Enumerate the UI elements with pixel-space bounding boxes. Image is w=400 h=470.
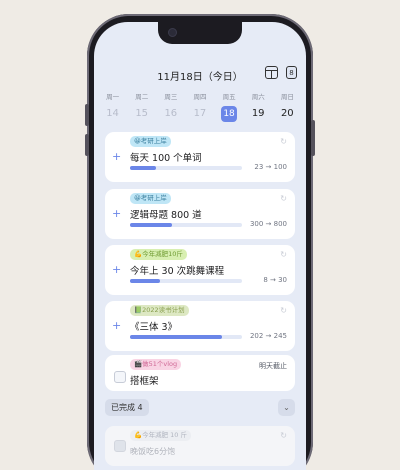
todo-title: 搭框架 xyxy=(130,376,159,387)
date-number[interactable]: 19 xyxy=(250,106,266,122)
goal-tag[interactable]: 💪今年减肥 10 斤 xyxy=(130,430,191,441)
weekday-label: 周二 xyxy=(135,93,149,101)
day-column[interactable]: 周日 20 xyxy=(273,92,302,122)
completed-title: 晚饭吃6分饱 xyxy=(130,447,176,456)
today-calendar-number: 8 xyxy=(289,69,294,77)
progress-bar xyxy=(130,279,242,283)
side-button xyxy=(85,134,89,156)
completed-count-label[interactable]: 已完成 4 xyxy=(105,399,149,416)
progress-text: 202 → 245 xyxy=(249,332,287,340)
side-button xyxy=(85,104,89,126)
goal-card[interactable]: + 💪今年减肥10斤 ↻ 今年上 30 次跳舞课程 8 → 30 xyxy=(105,245,295,295)
goal-card[interactable]: + 📗2022读书计划 ↻ 《三体 3》 202 → 245 xyxy=(105,301,295,351)
side-button xyxy=(311,120,315,156)
deadline-text: 明天截止 xyxy=(259,362,287,370)
progress-bar xyxy=(130,166,242,170)
day-column[interactable]: 周四 17 xyxy=(185,92,214,122)
plus-icon[interactable]: + xyxy=(112,264,121,275)
goal-title: 《三体 3》 xyxy=(130,322,178,333)
week-strip: 周一 14 周二 15 周三 16 周四 17 周五 18 周六 19 周日 20 xyxy=(98,92,302,122)
goal-tag[interactable]: 🎬做51个vlog xyxy=(130,359,182,370)
plus-icon[interactable]: + xyxy=(112,208,121,219)
todo-checkbox[interactable] xyxy=(114,371,126,383)
completed-card[interactable]: 💪今年减肥 10 斤 ↻ 晚饭吃6分饱 xyxy=(105,426,295,466)
progress-bar-fill xyxy=(130,223,172,227)
plus-icon[interactable]: + xyxy=(112,320,121,331)
repeat-icon: ↻ xyxy=(280,306,287,315)
plus-icon[interactable]: + xyxy=(112,151,121,162)
goal-tag[interactable]: 📗2022读书计划 xyxy=(130,305,189,316)
progress-text: 8 → 30 xyxy=(263,276,287,284)
date-number[interactable]: 17 xyxy=(192,106,208,122)
notch xyxy=(158,22,242,44)
front-camera-icon xyxy=(168,28,177,37)
date-number[interactable]: 14 xyxy=(105,106,121,122)
date-today[interactable]: 18 xyxy=(221,106,238,122)
progress-bar-fill xyxy=(130,166,156,170)
day-column[interactable]: 周六 19 xyxy=(244,92,273,122)
day-column[interactable]: 周二 15 xyxy=(127,92,156,122)
app-screen: 11月18日（今日） 8 周一 14 周二 15 周三 16 周四 17 周五 18 周六 19 周日 2… xyxy=(94,22,306,470)
goal-tag[interactable]: 😀考研上岸 xyxy=(130,193,171,204)
day-column[interactable]: 周一 14 xyxy=(98,92,127,122)
goal-title: 每天 100 个单词 xyxy=(130,153,202,164)
progress-bar xyxy=(130,223,242,227)
calendar-grid-icon[interactable] xyxy=(265,66,278,79)
completed-checkbox[interactable] xyxy=(114,440,126,452)
weekday-label: 周一 xyxy=(106,93,120,101)
progress-bar-fill xyxy=(130,279,160,283)
progress-text: 300 → 800 xyxy=(249,220,287,228)
weekday-label: 周三 xyxy=(164,93,178,101)
weekday-label: 周四 xyxy=(193,93,207,101)
date-number[interactable]: 15 xyxy=(134,106,150,122)
goal-tag[interactable]: 😀考研上岸 xyxy=(130,136,171,147)
goal-tag[interactable]: 💪今年减肥10斤 xyxy=(130,249,187,260)
weekday-label: 周五 xyxy=(222,93,236,101)
chevron-down-icon[interactable]: ⌄ xyxy=(278,399,295,416)
goal-card[interactable]: + 😀考研上岸 ↻ 逻辑母题 800 道 300 → 800 xyxy=(105,189,295,239)
progress-text: 23 → 100 xyxy=(254,163,287,171)
goal-title: 今年上 30 次跳舞课程 xyxy=(130,266,225,277)
repeat-icon: ↻ xyxy=(280,137,287,146)
completed-section: 已完成 4 ⌄ xyxy=(105,399,295,417)
date-number[interactable]: 16 xyxy=(163,106,179,122)
day-column[interactable]: 周五 18 xyxy=(215,92,244,122)
progress-bar xyxy=(130,335,242,339)
repeat-icon: ↻ xyxy=(280,194,287,203)
today-calendar-icon[interactable]: 8 xyxy=(286,66,297,79)
progress-bar-fill xyxy=(130,335,223,339)
goal-title: 逻辑母题 800 道 xyxy=(130,210,202,221)
repeat-icon: ↻ xyxy=(280,431,287,440)
day-column[interactable]: 周三 16 xyxy=(156,92,185,122)
todo-card[interactable]: 🎬做51个vlog 明天截止 搭框架 xyxy=(105,355,295,391)
date-number[interactable]: 20 xyxy=(279,106,295,122)
weekday-label: 周日 xyxy=(280,93,294,101)
repeat-icon: ↻ xyxy=(280,250,287,259)
goal-card[interactable]: + 😀考研上岸 ↻ 每天 100 个单词 23 → 100 xyxy=(105,132,295,182)
weekday-label: 周六 xyxy=(251,93,265,101)
